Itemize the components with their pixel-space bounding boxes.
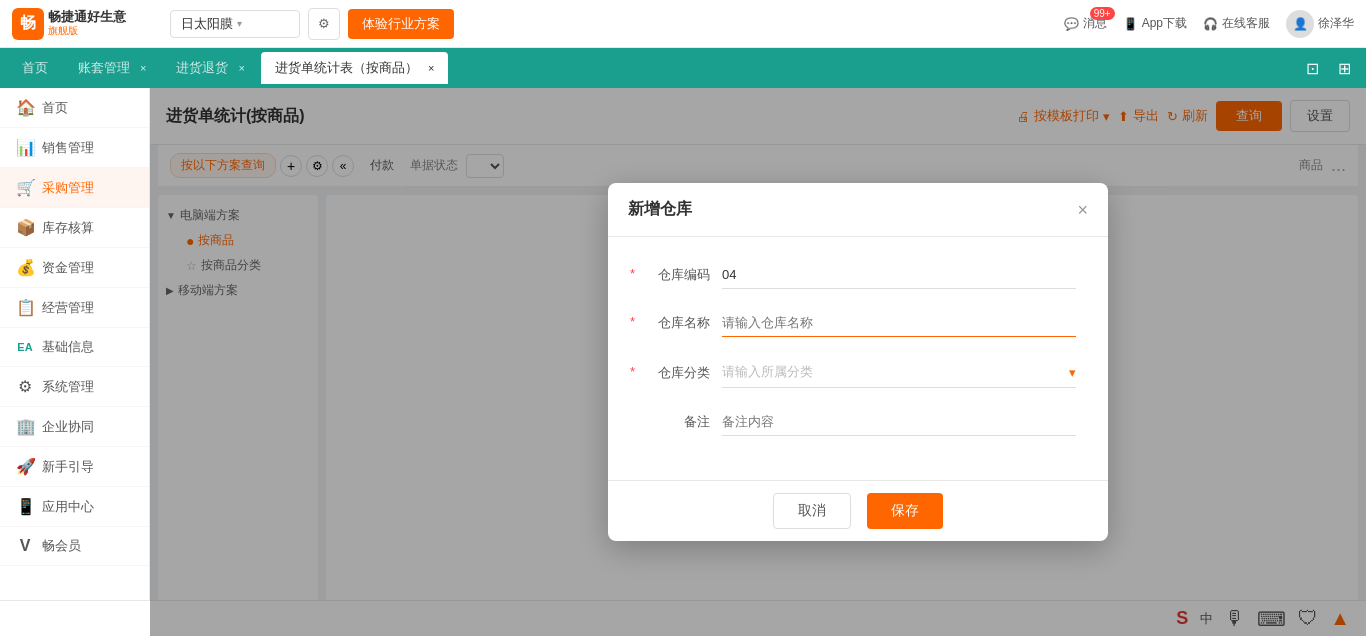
sidebar-item-basic-info[interactable]: EA 基础信息 bbox=[0, 328, 149, 367]
finance-icon: 💰 bbox=[16, 258, 34, 277]
tab-close-icon[interactable]: × bbox=[428, 62, 434, 74]
code-label: 仓库编码 bbox=[640, 266, 710, 284]
sales-icon: 📊 bbox=[16, 138, 34, 157]
avatar: 👤 bbox=[1286, 10, 1314, 38]
category-label: 仓库分类 bbox=[640, 364, 710, 382]
sidebar-item-vip[interactable]: V 畅会员 bbox=[0, 527, 149, 566]
tab-expand-button[interactable]: ⊞ bbox=[1330, 54, 1358, 82]
home-icon: 🏠 bbox=[16, 98, 34, 117]
modal-close-button[interactable]: × bbox=[1077, 201, 1088, 219]
sidebar: 🏠 首页 📊 销售管理 🛒 采购管理 📦 库存核算 💰 资金管理 📋 经营管理 … bbox=[0, 88, 150, 636]
settings-button[interactable]: ⚙ bbox=[308, 8, 340, 40]
sidebar-item-system[interactable]: ⚙ 系统管理 bbox=[0, 367, 149, 407]
vip-icon: V bbox=[16, 537, 34, 555]
form-row-name: 仓库名称 bbox=[640, 309, 1076, 337]
tab-account-management[interactable]: 账套管理 × bbox=[64, 52, 160, 84]
modal-title: 新增仓库 bbox=[628, 199, 692, 220]
save-button[interactable]: 保存 bbox=[867, 493, 943, 529]
tab-bar: 首页 账套管理 × 进货退货 × 进货单统计表（按商品） × ⊡ ⊞ bbox=[0, 48, 1366, 88]
online-service-button[interactable]: 🎧 在线客服 bbox=[1203, 15, 1270, 32]
top-header: 畅 畅捷通好生意 旗舰版 日太阳膜 ▾ ⚙ 体验行业方案 💬 消息 99+ 📱 … bbox=[0, 0, 1366, 48]
sidebar-item-sales[interactable]: 📊 销售管理 bbox=[0, 128, 149, 168]
trial-button[interactable]: 体验行业方案 bbox=[348, 9, 454, 39]
messages-button[interactable]: 💬 消息 99+ bbox=[1064, 15, 1107, 32]
user-profile-button[interactable]: 👤 徐泽华 bbox=[1286, 10, 1354, 38]
form-row-note: 备注 bbox=[640, 408, 1076, 436]
app-center-icon: 📱 bbox=[16, 497, 34, 516]
sidebar-item-app-center[interactable]: 📱 应用中心 bbox=[0, 487, 149, 527]
enterprise-icon: 🏢 bbox=[16, 417, 34, 436]
name-input[interactable] bbox=[722, 309, 1076, 337]
tab-bar-controls: ⊡ ⊞ bbox=[1298, 54, 1358, 82]
basic-info-icon: EA bbox=[16, 341, 34, 353]
main-layout: 🏠 首页 📊 销售管理 🛒 采购管理 📦 库存核算 💰 资金管理 📋 经营管理 … bbox=[0, 88, 1366, 636]
logo-text: 畅捷通好生意 旗舰版 bbox=[48, 9, 126, 39]
sidebar-item-inventory[interactable]: 📦 库存核算 bbox=[0, 208, 149, 248]
add-warehouse-modal: 新增仓库 × 仓库编码 仓库名称 仓库分类 请输入所属分类 bbox=[608, 183, 1108, 541]
purchase-icon: 🛒 bbox=[16, 178, 34, 197]
sidebar-item-home[interactable]: 🏠 首页 bbox=[0, 88, 149, 128]
store-selector[interactable]: 日太阳膜 ▾ bbox=[170, 10, 300, 38]
category-placeholder: 请输入所属分类 bbox=[722, 363, 813, 381]
form-row-code: 仓库编码 bbox=[640, 261, 1076, 289]
category-select[interactable]: 请输入所属分类 ▾ bbox=[722, 357, 1076, 388]
cancel-button[interactable]: 取消 bbox=[773, 493, 851, 529]
tab-close-icon[interactable]: × bbox=[140, 62, 146, 74]
category-dropdown-icon: ▾ bbox=[1069, 365, 1076, 380]
modal-body: 仓库编码 仓库名称 仓库分类 请输入所属分类 ▾ bbox=[608, 237, 1108, 480]
tab-purchase-stats[interactable]: 进货单统计表（按商品） × bbox=[261, 52, 448, 84]
headset-icon: 🎧 bbox=[1203, 17, 1218, 31]
sidebar-item-guide[interactable]: 🚀 新手引导 bbox=[0, 447, 149, 487]
inventory-icon: 📦 bbox=[16, 218, 34, 237]
sidebar-item-finance[interactable]: 💰 资金管理 bbox=[0, 248, 149, 288]
app-download-button[interactable]: 📱 App下载 bbox=[1123, 15, 1187, 32]
note-label: 备注 bbox=[640, 413, 710, 431]
logo-icon: 畅 bbox=[12, 8, 44, 40]
tab-close-icon[interactable]: × bbox=[238, 62, 244, 74]
tab-purchase-return[interactable]: 进货退货 × bbox=[162, 52, 258, 84]
operations-icon: 📋 bbox=[16, 298, 34, 317]
guide-icon: 🚀 bbox=[16, 457, 34, 476]
logo-area: 畅 畅捷通好生意 旗舰版 bbox=[12, 8, 162, 40]
note-input[interactable] bbox=[722, 408, 1076, 436]
tab-home[interactable]: 首页 bbox=[8, 52, 62, 84]
tab-restore-button[interactable]: ⊡ bbox=[1298, 54, 1326, 82]
code-input[interactable] bbox=[722, 261, 1076, 289]
modal-header: 新增仓库 × bbox=[608, 183, 1108, 237]
name-label: 仓库名称 bbox=[640, 314, 710, 332]
modal-footer: 取消 保存 bbox=[608, 480, 1108, 541]
sidebar-item-purchase[interactable]: 🛒 采购管理 bbox=[0, 168, 149, 208]
message-icon: 💬 bbox=[1064, 17, 1079, 31]
chevron-down-icon: ▾ bbox=[237, 18, 242, 29]
form-row-category: 仓库分类 请输入所属分类 ▾ bbox=[640, 357, 1076, 388]
content-area: 进货单统计(按商品) 🖨 按模板打印 ▾ ⬆ 导出 ↻ 刷新 查询 设置 bbox=[150, 88, 1366, 636]
sidebar-item-operations[interactable]: 📋 经营管理 bbox=[0, 288, 149, 328]
phone-icon: 📱 bbox=[1123, 17, 1138, 31]
system-icon: ⚙ bbox=[16, 377, 34, 396]
sidebar-item-enterprise[interactable]: 🏢 企业协同 bbox=[0, 407, 149, 447]
header-right: 💬 消息 99+ 📱 App下载 🎧 在线客服 👤 徐泽华 bbox=[1064, 10, 1354, 38]
